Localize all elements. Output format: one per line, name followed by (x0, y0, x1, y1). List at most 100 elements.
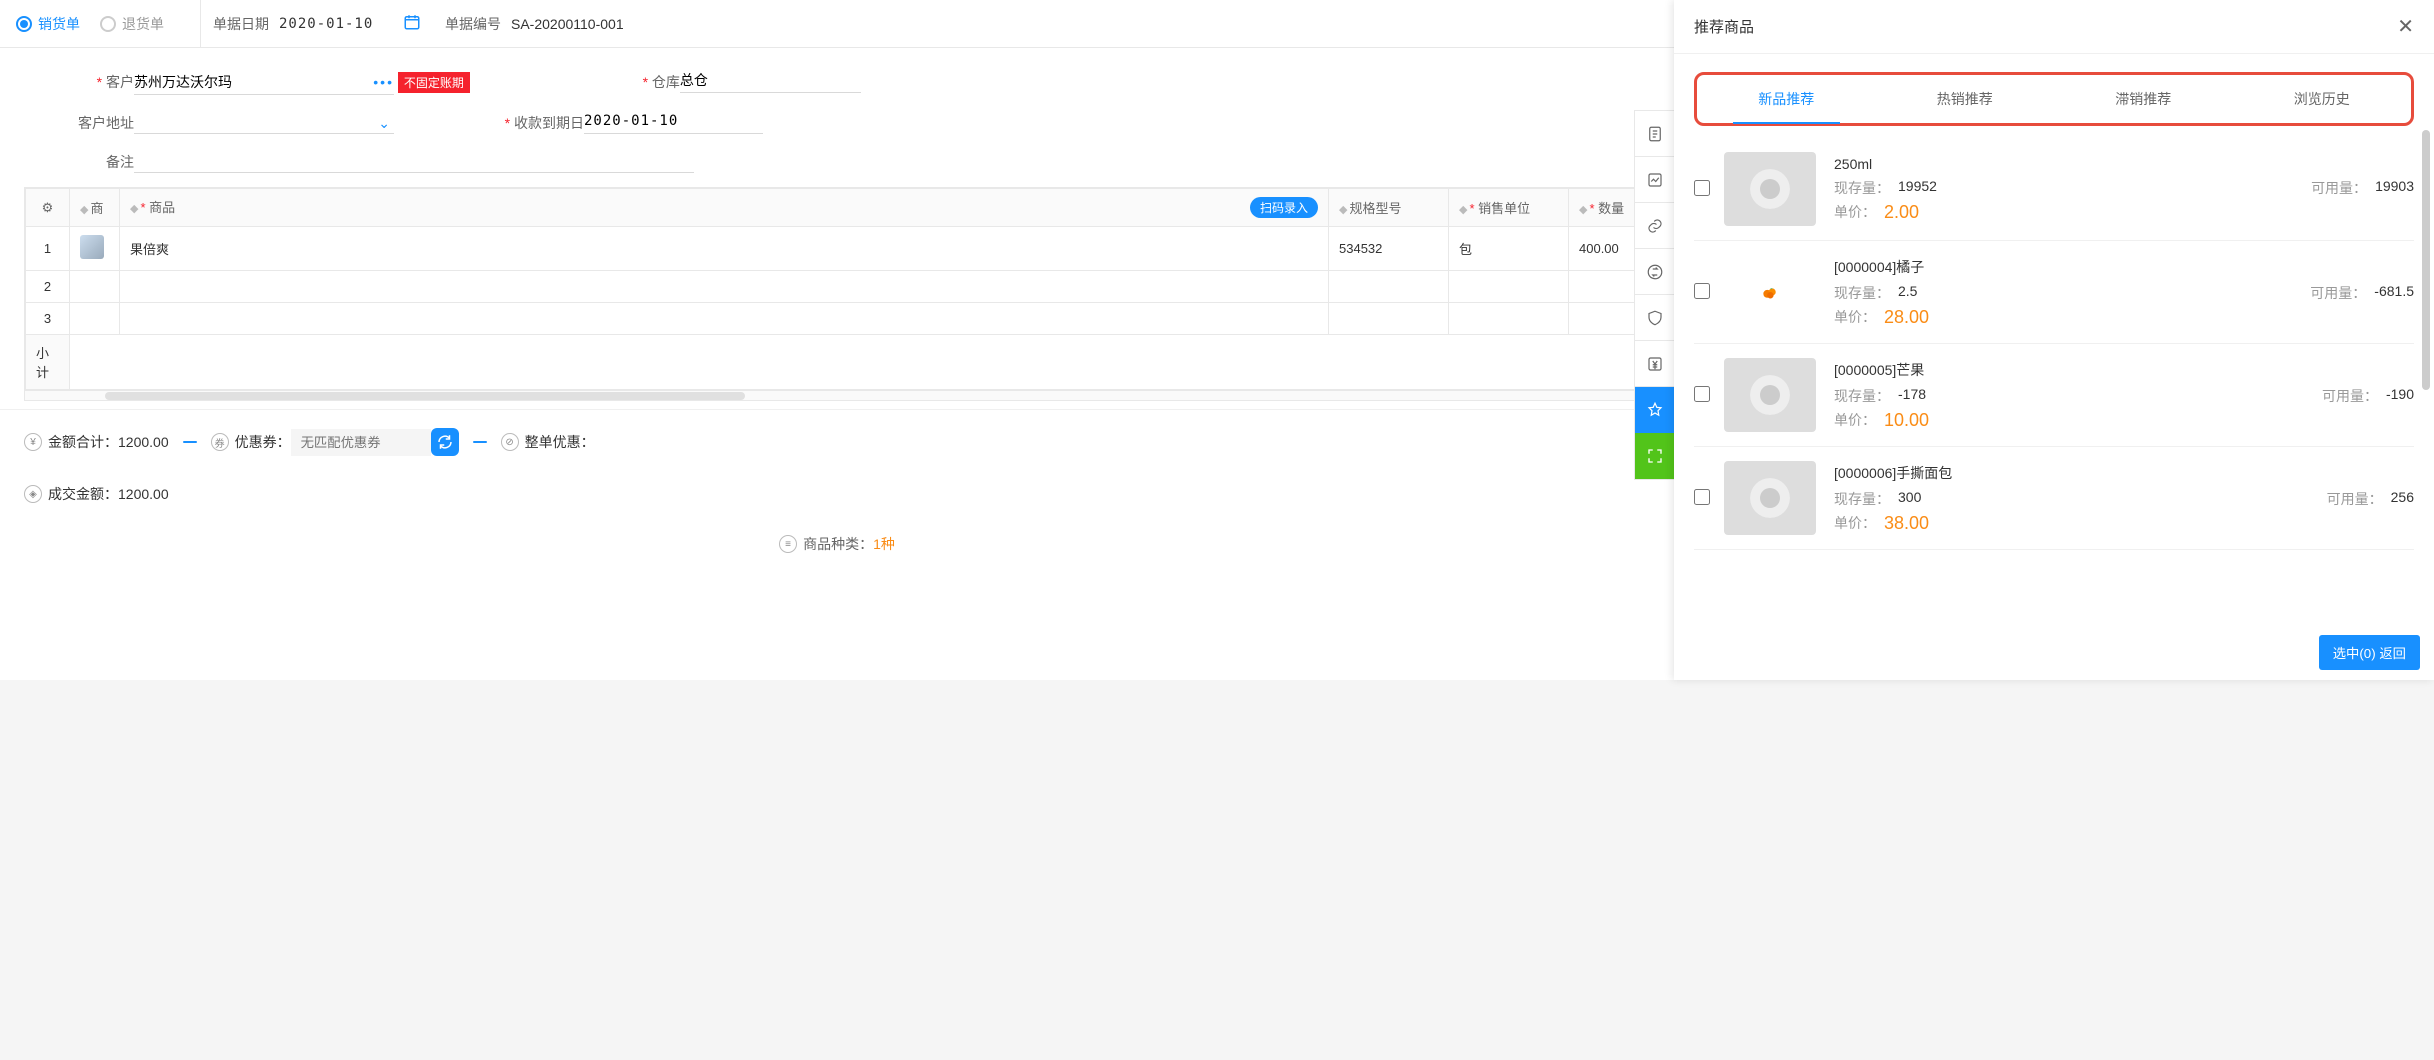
stock-value: -178 (1898, 386, 1926, 406)
product-row[interactable]: 250ml 现存量：19952 可用量：19903 单价：2.00 (1694, 138, 2414, 241)
list-icon: ≡ (779, 535, 797, 553)
calendar-icon[interactable] (403, 13, 421, 34)
address-input[interactable] (134, 109, 394, 134)
radio-icon (16, 16, 32, 32)
stock-label: 现存量： (1834, 386, 1890, 406)
recommend-tab[interactable]: 新品推荐 (1697, 75, 1876, 123)
col-qty: 数量 (1589, 201, 1624, 216)
expand-icon[interactable] (1635, 433, 1674, 479)
price-label: 单价： (1834, 307, 1876, 328)
product-checkbox[interactable] (1694, 386, 1710, 402)
product-row[interactable]: [0000005]芒果 现存量：-178 可用量：-190 单价：10.00 (1694, 344, 2414, 447)
sales-form: 销货单 退货单 单据日期 2020-01-10 单据编号 SA-20200110… (0, 0, 1674, 680)
row-spec[interactable] (1329, 271, 1449, 303)
drawer-title: 推荐商品 (1694, 16, 1754, 37)
avail-value: -190 (2386, 386, 2414, 406)
vertical-scrollbar[interactable] (2422, 130, 2430, 390)
avail-label: 可用量： (2322, 386, 2378, 406)
row-image (70, 271, 120, 303)
recommend-tab[interactable]: 热销推荐 (1876, 75, 2055, 123)
coupon-icon: 券 (211, 433, 229, 451)
notes-icon[interactable] (1635, 111, 1674, 157)
currency-icon[interactable] (1635, 341, 1674, 387)
sort-icon[interactable]: ◆ (130, 203, 138, 215)
swap-icon[interactable] (1635, 249, 1674, 295)
doc-number-value: SA-20200110-001 (511, 16, 631, 32)
radio-return-order[interactable]: 退货单 (100, 14, 164, 34)
product-row[interactable]: [0000006]手撕面包 现存量：300 可用量：256 单价：38.00 (1694, 447, 2414, 550)
kinds-value: 1 (873, 536, 881, 552)
product-checkbox[interactable] (1694, 489, 1710, 505)
row-spec[interactable]: 534532 (1329, 227, 1449, 271)
row-product[interactable]: 果倍爽 (120, 227, 1329, 271)
discount-icon: ⊘ (501, 433, 519, 451)
scan-input-button[interactable]: 扫码录入 (1250, 197, 1318, 218)
sort-icon[interactable]: ◆ (1339, 204, 1347, 216)
row-unit[interactable]: 包 (1449, 227, 1569, 271)
amount-label: 金额合计： (48, 432, 118, 452)
refresh-icon[interactable] (431, 428, 459, 456)
more-icon[interactable]: ••• (373, 74, 394, 90)
row-image (70, 227, 120, 271)
row-spec[interactable] (1329, 303, 1449, 335)
row-index: 1 (26, 227, 70, 271)
due-date-label: 收款到期日 (474, 109, 584, 133)
credit-term-badge: 不固定账期 (398, 72, 470, 93)
radio-sales-order[interactable]: 销货单 (16, 14, 80, 34)
price-value: 38.00 (1884, 513, 1929, 534)
chevron-down-icon[interactable]: ⌄ (378, 115, 390, 132)
product-list[interactable]: 250ml 现存量：19952 可用量：19903 单价：2.00 [00000… (1674, 138, 2434, 625)
customer-input[interactable] (134, 70, 394, 95)
link-icon[interactable] (1635, 203, 1674, 249)
sort-icon[interactable]: ◆ (1459, 204, 1467, 216)
avail-value: 19903 (2375, 178, 2414, 198)
doc-type-tabs: 销货单 退货单 (0, 0, 201, 47)
sort-icon[interactable]: ◆ (1579, 204, 1587, 216)
kinds-label: 商品种类： (803, 534, 873, 554)
stock-label: 现存量： (1834, 283, 1890, 303)
avail-label: 可用量： (2311, 178, 2367, 198)
table-row[interactable]: 3 (26, 303, 1649, 335)
table-row[interactable]: 2 (26, 271, 1649, 303)
sort-icon[interactable]: ◆ (80, 204, 88, 216)
price-label: 单价： (1834, 202, 1876, 223)
dash-icon (183, 441, 197, 443)
recommend-drawer: 推荐商品 ✕ 新品推荐热销推荐滞销推荐浏览历史 250ml 现存量：19952 … (1674, 0, 2434, 680)
remark-input[interactable] (134, 148, 694, 173)
horizontal-scrollbar[interactable] (25, 390, 1649, 400)
radio-label: 退货单 (122, 14, 164, 34)
recommend-tab[interactable]: 滞销推荐 (2054, 75, 2233, 123)
row-index: 3 (26, 303, 70, 335)
avail-label: 可用量： (2327, 489, 2383, 509)
select-return-button[interactable]: 选中(0) 返回 (2319, 635, 2420, 670)
product-checkbox[interactable] (1694, 180, 1710, 196)
doc-date-label: 单据日期 (213, 14, 269, 34)
product-name: [0000005]芒果 (1834, 360, 2414, 380)
doc-number-label: 单据编号 (445, 14, 501, 34)
discount-label: 整单优惠： (525, 432, 595, 452)
doc-date-value: 2020-01-10 (279, 16, 399, 32)
row-unit[interactable] (1449, 271, 1569, 303)
shield-icon[interactable] (1635, 295, 1674, 341)
product-checkbox[interactable] (1694, 283, 1710, 299)
row-unit[interactable] (1449, 303, 1569, 335)
warehouse-input[interactable] (680, 68, 861, 93)
due-date-input[interactable] (584, 109, 763, 134)
table-row[interactable]: 1 果倍爽 534532 包 400.00 (26, 227, 1649, 271)
dash-icon (473, 441, 487, 443)
coupon-label: 优惠券： (235, 432, 291, 452)
recommend-tab[interactable]: 浏览历史 (2233, 75, 2412, 123)
star-icon[interactable] (1635, 387, 1674, 433)
stock-label: 现存量： (1834, 178, 1890, 198)
close-icon[interactable]: ✕ (2397, 14, 2414, 39)
chart-icon[interactable] (1635, 157, 1674, 203)
product-image (1724, 255, 1816, 329)
gear-icon[interactable]: ⚙ (42, 200, 54, 215)
row-product[interactable] (120, 303, 1329, 335)
doc-date-field[interactable]: 单据日期 2020-01-10 (201, 13, 433, 34)
product-row[interactable]: [0000004]橘子 现存量：2.5 可用量：-681.5 单价：28.00 (1694, 241, 2414, 344)
coupon-input[interactable] (291, 429, 431, 456)
avail-value: -681.5 (2374, 283, 2414, 303)
row-product[interactable] (120, 271, 1329, 303)
price-label: 单价： (1834, 410, 1876, 431)
